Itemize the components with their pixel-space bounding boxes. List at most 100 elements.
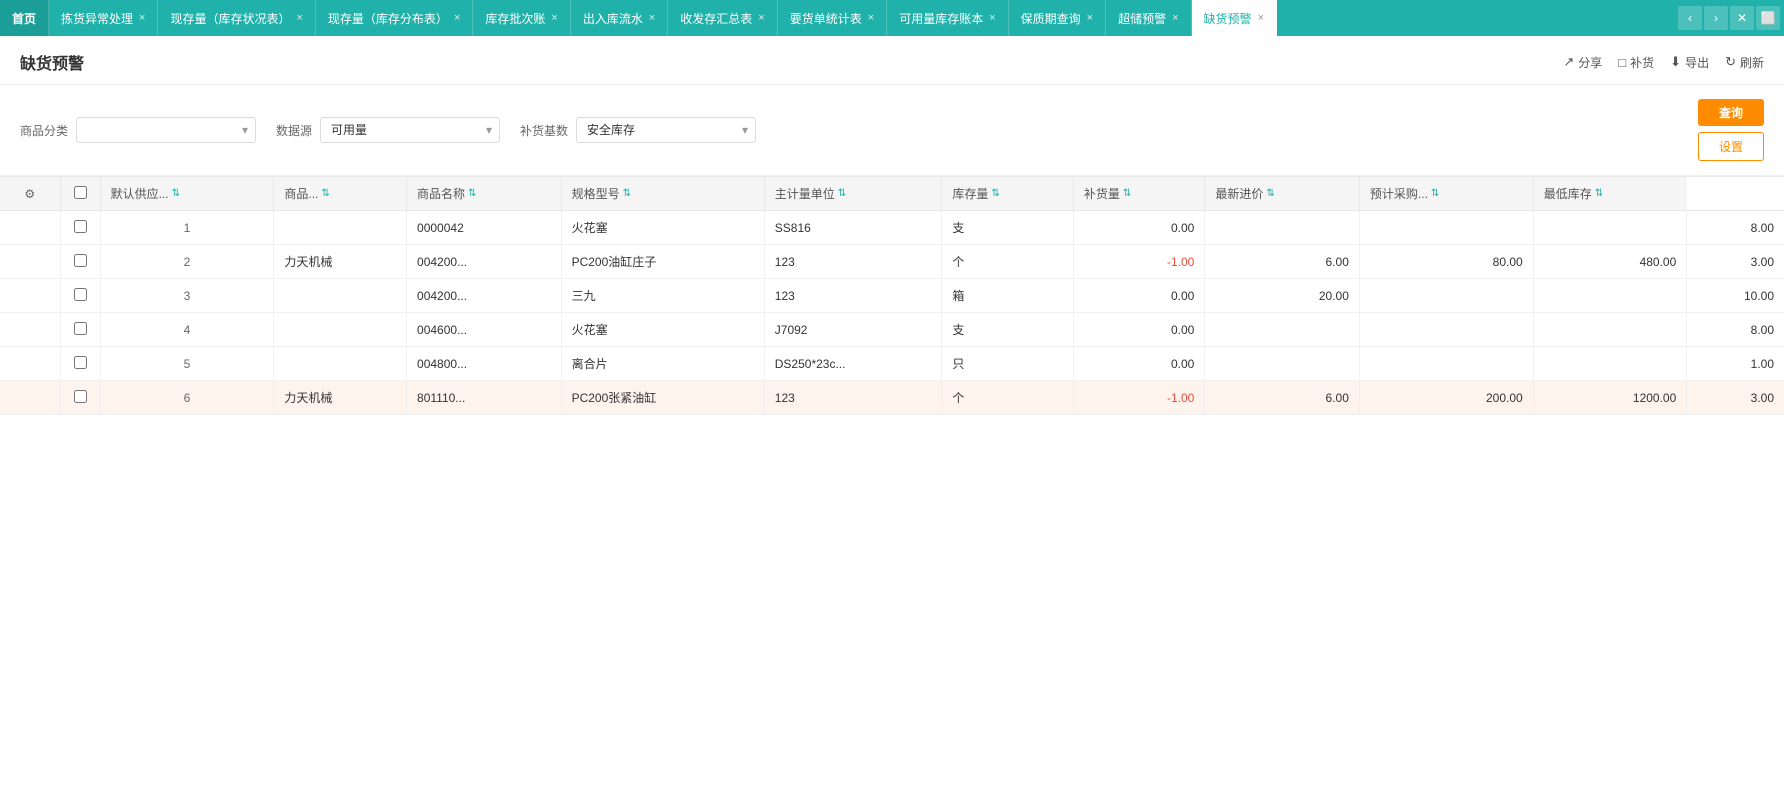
row-checkbox-cell-4[interactable] — [60, 347, 100, 381]
tab-prev-button[interactable]: ‹ — [1678, 6, 1702, 30]
select-all-checkbox[interactable] — [74, 186, 87, 199]
row-checkbox-2[interactable] — [74, 288, 87, 301]
row-est-purchase-4 — [1533, 347, 1687, 381]
tab-avail-ledger-close[interactable]: × — [989, 12, 995, 24]
th-default-supplier[interactable]: 默认供应... ⇅ — [100, 177, 274, 211]
refresh-button[interactable]: ↻ 刷新 — [1725, 54, 1764, 71]
th-stock-label: 库存量 — [952, 185, 988, 202]
row-product-code-1: 004200... — [407, 245, 562, 279]
sort-icon-latest-price: ⇅ — [1266, 188, 1274, 199]
sort-default-supplier[interactable]: 默认供应... ⇅ — [111, 185, 180, 202]
row-unit-1: 个 — [942, 245, 1073, 279]
row-spec-5: 123 — [764, 381, 942, 415]
row-checkbox-3[interactable] — [74, 322, 87, 335]
th-replenish-qty-label: 补货量 — [1084, 185, 1120, 202]
row-stock-0: 0.00 — [1073, 211, 1204, 245]
th-checkbox[interactable] — [60, 177, 100, 211]
th-product-name[interactable]: 商品名称 ⇅ — [407, 177, 562, 211]
tab-stock-status[interactable]: 现存量（库存状况表） × — [158, 0, 315, 36]
th-product-code[interactable]: 商品... ⇅ — [274, 177, 407, 211]
tab-maximize-button[interactable]: ⬜ — [1756, 6, 1780, 30]
tab-shortage-close[interactable]: × — [1258, 12, 1264, 24]
table-row: 4 004600... 火花塞 J7092 支 0.00 8.00 — [0, 313, 1784, 347]
sort-stock[interactable]: 库存量 ⇅ — [952, 185, 999, 202]
tab-batch-account[interactable]: 库存批次账 × — [473, 0, 570, 36]
tab-home[interactable]: 首页 — [0, 0, 49, 36]
tab-expiry-label: 保质期查询 — [1021, 10, 1081, 27]
row-product-name-3: 火花塞 — [561, 313, 764, 347]
row-product-code-2: 004200... — [407, 279, 562, 313]
tab-overstock-close[interactable]: × — [1172, 12, 1178, 24]
table-row: 1 0000042 火花塞 SS816 支 0.00 8.00 — [0, 211, 1784, 245]
page-title: 缺货预警 — [20, 50, 1563, 74]
th-latest-price[interactable]: 最新进价 ⇅ — [1205, 177, 1360, 211]
sort-latest-price[interactable]: 最新进价 ⇅ — [1215, 185, 1274, 202]
tab-receive-summary[interactable]: 收发存汇总表 × — [668, 0, 777, 36]
row-stock-1: -1.00 — [1073, 245, 1204, 279]
export-button[interactable]: ⬇ 导出 — [1670, 54, 1709, 71]
th-unit[interactable]: 主计量单位 ⇅ — [764, 177, 942, 211]
sort-spec[interactable]: 规格型号 ⇅ — [572, 185, 631, 202]
tab-stock-status-close[interactable]: × — [296, 12, 302, 24]
row-index-2: 3 — [100, 279, 274, 313]
row-checkbox-0[interactable] — [74, 220, 87, 233]
replenish-button[interactable]: □ 补货 — [1618, 54, 1654, 71]
th-default-supplier-label: 默认供应... — [111, 185, 169, 202]
tab-shortage[interactable]: 缺货预警 × — [1192, 0, 1277, 36]
tab-inout-flow-close[interactable]: × — [649, 12, 655, 24]
category-select[interactable] — [76, 117, 256, 143]
row-index-5: 6 — [100, 381, 274, 415]
row-stock-4: 0.00 — [1073, 347, 1204, 381]
tab-avail-ledger[interactable]: 可用量库存账本 × — [887, 0, 1008, 36]
tab-stock-dist-close[interactable]: × — [454, 12, 460, 24]
share-button[interactable]: ↗ 分享 — [1563, 54, 1602, 71]
tab-next-button[interactable]: › — [1704, 6, 1728, 30]
tab-abnormal[interactable]: 拣货异常处理 × — [49, 0, 158, 36]
th-stock[interactable]: 库存量 ⇅ — [942, 177, 1073, 211]
row-checkbox-cell-1[interactable] — [60, 245, 100, 279]
row-checkbox-1[interactable] — [74, 254, 87, 267]
row-checkbox-cell-0[interactable] — [60, 211, 100, 245]
tab-home-label: 首页 — [12, 10, 36, 27]
tab-order-stats-label: 要货单统计表 — [790, 10, 862, 27]
tab-close-all-button[interactable]: ✕ — [1730, 6, 1754, 30]
tab-abnormal-close[interactable]: × — [139, 12, 145, 24]
row-spec-3: J7092 — [764, 313, 942, 347]
row-checkbox-cell-3[interactable] — [60, 313, 100, 347]
th-replenish-qty[interactable]: 补货量 ⇅ — [1073, 177, 1204, 211]
tab-receive-summary-close[interactable]: × — [758, 12, 764, 24]
sort-replenish-qty[interactable]: 补货量 ⇅ — [1084, 185, 1131, 202]
tab-expiry[interactable]: 保质期查询 × — [1009, 0, 1106, 36]
row-spec-4: DS250*23c... — [764, 347, 942, 381]
tab-overstock[interactable]: 超储预警 × — [1106, 0, 1191, 36]
th-gear[interactable]: ⚙ — [0, 177, 60, 211]
sort-product-name[interactable]: 商品名称 ⇅ — [417, 185, 476, 202]
tab-order-stats[interactable]: 要货单统计表 × — [778, 0, 887, 36]
table-header-row: ⚙ 默认供应... ⇅ 商品... ⇅ — [0, 177, 1784, 211]
row-unit-2: 箱 — [942, 279, 1073, 313]
sort-min-stock[interactable]: 最低库存 ⇅ — [1544, 185, 1603, 202]
th-spec[interactable]: 规格型号 ⇅ — [561, 177, 764, 211]
replenish-base-select[interactable]: 安全库存 — [576, 117, 756, 143]
row-product-code-0: 0000042 — [407, 211, 562, 245]
tab-order-stats-close[interactable]: × — [868, 12, 874, 24]
tab-inout-flow[interactable]: 出入库流水 × — [571, 0, 668, 36]
th-min-stock[interactable]: 最低库存 ⇅ — [1533, 177, 1687, 211]
query-button[interactable]: 查询 — [1698, 99, 1764, 126]
tab-stock-dist[interactable]: 现存量（库存分布表） × — [316, 0, 473, 36]
row-stock-5: -1.00 — [1073, 381, 1204, 415]
row-checkbox-5[interactable] — [74, 390, 87, 403]
row-checkbox-4[interactable] — [74, 356, 87, 369]
sort-est-purchase[interactable]: 预计采购... ⇅ — [1370, 185, 1439, 202]
settings-button[interactable]: 设置 — [1698, 132, 1764, 161]
sort-product-code[interactable]: 商品... ⇅ — [284, 185, 329, 202]
row-replenish-qty-2: 20.00 — [1205, 279, 1360, 313]
tab-batch-account-close[interactable]: × — [551, 12, 557, 24]
gear-icon: ⚙ — [24, 187, 35, 201]
datasource-select[interactable]: 可用量 — [320, 117, 500, 143]
row-checkbox-cell-2[interactable] — [60, 279, 100, 313]
th-est-purchase[interactable]: 预计采购... ⇅ — [1359, 177, 1533, 211]
tab-expiry-close[interactable]: × — [1087, 12, 1093, 24]
sort-unit[interactable]: 主计量单位 ⇅ — [775, 185, 846, 202]
row-checkbox-cell-5[interactable] — [60, 381, 100, 415]
